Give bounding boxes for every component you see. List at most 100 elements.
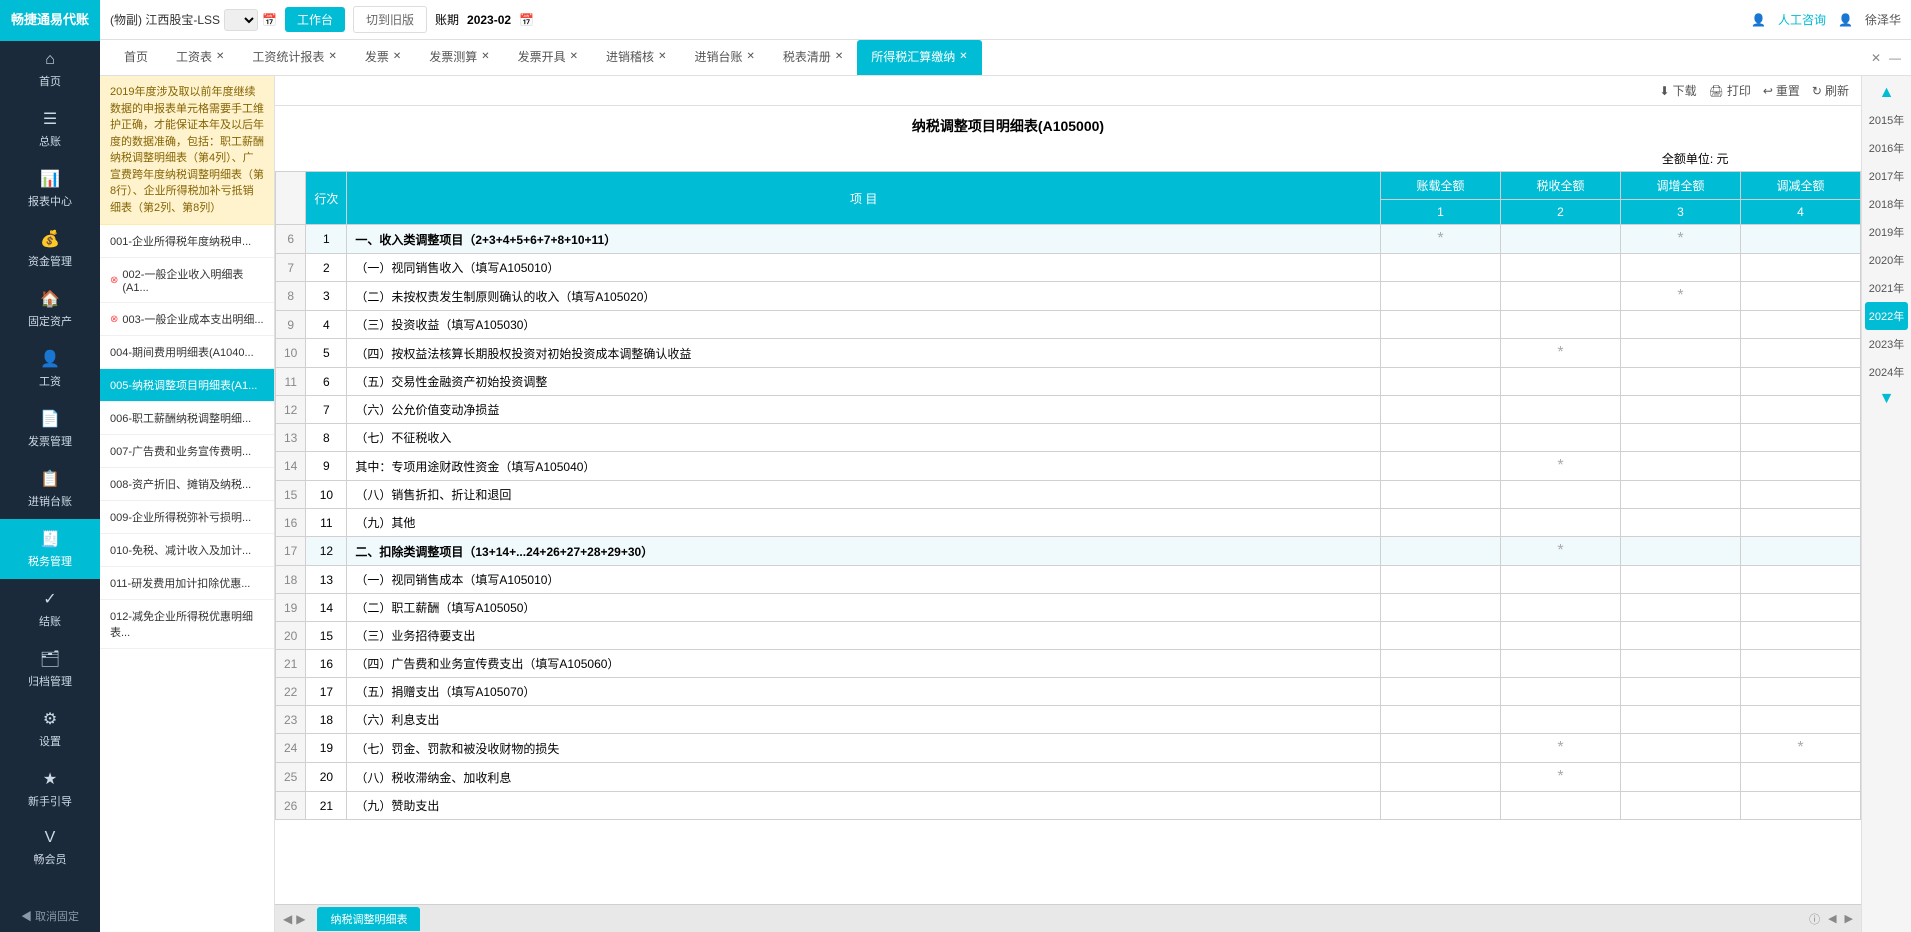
cell-value-3[interactable] bbox=[1621, 734, 1741, 763]
left-menu-001[interactable]: 001-企业所得税年度纳税申... bbox=[100, 225, 274, 258]
cell-value-4[interactable] bbox=[1741, 763, 1861, 792]
close-all-icon[interactable]: ✕ bbox=[1871, 51, 1881, 65]
cell-item[interactable]: （五）交易性金融资产初始投资调整 bbox=[347, 368, 1381, 396]
cell-item[interactable]: （四）按权益法核算长期股权投资对初始投资成本调整确认收益 bbox=[347, 339, 1381, 368]
support-label[interactable]: 人工咨询 bbox=[1778, 11, 1826, 28]
tab-close-income-tax[interactable]: ✕ bbox=[959, 51, 967, 62]
sidebar-item-archive[interactable]: 🗂 归档管理 bbox=[0, 639, 100, 699]
cell-value-2[interactable] bbox=[1501, 282, 1621, 311]
sheet-next-icon[interactable]: ▶ bbox=[296, 912, 305, 926]
cell-value-4[interactable] bbox=[1741, 368, 1861, 396]
cell-value-3[interactable] bbox=[1621, 792, 1741, 820]
left-menu-010[interactable]: 010-免税、减计收入及加计... bbox=[100, 534, 274, 567]
year-item[interactable]: 2015年 bbox=[1865, 106, 1908, 134]
cell-item[interactable]: 二、扣除类调整项目（13+14+...24+26+27+28+29+30） bbox=[347, 537, 1381, 566]
cell-value-2[interactable] bbox=[1501, 650, 1621, 678]
year-up-icon[interactable]: ▲ bbox=[1875, 80, 1899, 106]
left-menu-006[interactable]: 006-职工薪酬纳税调整明细... bbox=[100, 402, 274, 435]
cell-value-3[interactable] bbox=[1621, 311, 1741, 339]
cell-item[interactable]: （三）投资收益（填写A105030） bbox=[347, 311, 1381, 339]
sidebar-item-asset[interactable]: 💰 资金管理 bbox=[0, 219, 100, 279]
cell-item[interactable]: （七）不征税收入 bbox=[347, 424, 1381, 452]
cell-value-3[interactable] bbox=[1621, 368, 1741, 396]
company-dropdown[interactable] bbox=[224, 9, 258, 31]
cell-item[interactable]: （九）赞助支出 bbox=[347, 792, 1381, 820]
cell-item[interactable]: （一）视同销售收入（填写A105010） bbox=[347, 254, 1381, 282]
cell-value-2[interactable] bbox=[1501, 368, 1621, 396]
cell-value-4[interactable] bbox=[1741, 225, 1861, 254]
sidebar-item-salary[interactable]: 👤 工资 bbox=[0, 339, 100, 399]
sidebar-item-guide[interactable]: ★ 新手引导 bbox=[0, 759, 100, 819]
tab-close-invoice-calc[interactable]: ✕ bbox=[481, 51, 489, 62]
download-button[interactable]: ⬇ 下载 bbox=[1660, 82, 1697, 99]
cell-value-1[interactable] bbox=[1381, 311, 1501, 339]
cell-item[interactable]: （八）销售折扣、折让和退回 bbox=[347, 481, 1381, 509]
unpin-sidebar[interactable]: ◀ 取消固定 bbox=[0, 900, 100, 932]
cell-value-1[interactable] bbox=[1381, 650, 1501, 678]
tab-close-salary-report[interactable]: ✕ bbox=[328, 51, 336, 62]
cell-value-1[interactable] bbox=[1381, 396, 1501, 424]
tab-close-tax-list[interactable]: ✕ bbox=[835, 51, 843, 62]
minimize-icon[interactable]: — bbox=[1889, 51, 1901, 65]
cell-value-3[interactable] bbox=[1621, 537, 1741, 566]
cell-item[interactable]: （一）视同销售成本（填写A105010） bbox=[347, 566, 1381, 594]
cell-value-2[interactable] bbox=[1501, 254, 1621, 282]
sidebar-item-ledger[interactable]: ☰ 总账 bbox=[0, 99, 100, 159]
tab-home[interactable]: 首页 bbox=[110, 40, 162, 75]
cell-value-3[interactable] bbox=[1621, 481, 1741, 509]
year-item[interactable]: 2016年 bbox=[1865, 134, 1908, 162]
sidebar-item-tax[interactable]: 🧾 税务管理 bbox=[0, 519, 100, 579]
cell-value-4[interactable] bbox=[1741, 282, 1861, 311]
cell-value-1[interactable] bbox=[1381, 339, 1501, 368]
cell-value-4[interactable] bbox=[1741, 594, 1861, 622]
cell-item[interactable]: （三）业务招待要支出 bbox=[347, 622, 1381, 650]
cell-value-1[interactable] bbox=[1381, 594, 1501, 622]
cell-value-2[interactable] bbox=[1501, 396, 1621, 424]
cell-value-4[interactable] bbox=[1741, 311, 1861, 339]
cell-value-3[interactable] bbox=[1621, 254, 1741, 282]
cell-value-2[interactable]: * bbox=[1501, 537, 1621, 566]
cell-item[interactable]: （六）公允价值变动净损益 bbox=[347, 396, 1381, 424]
tab-close-salary[interactable]: ✕ bbox=[216, 51, 224, 62]
cell-value-4[interactable] bbox=[1741, 452, 1861, 481]
year-item[interactable]: 2018年 bbox=[1865, 190, 1908, 218]
cell-value-4[interactable] bbox=[1741, 396, 1861, 424]
cell-value-1[interactable] bbox=[1381, 282, 1501, 311]
year-item[interactable]: 2017年 bbox=[1865, 162, 1908, 190]
cell-value-1[interactable] bbox=[1381, 509, 1501, 537]
year-item[interactable]: 2020年 bbox=[1865, 246, 1908, 274]
cell-value-4[interactable] bbox=[1741, 254, 1861, 282]
sidebar-item-invoice[interactable]: 📄 发票管理 bbox=[0, 399, 100, 459]
sidebar-item-report[interactable]: 📊 报表中心 bbox=[0, 159, 100, 219]
sheet-tab-active[interactable]: 纳税调整明细表 bbox=[317, 907, 420, 931]
left-menu-004[interactable]: 004-期间费用明细表(A1040... bbox=[100, 336, 274, 369]
cell-value-1[interactable] bbox=[1381, 481, 1501, 509]
cell-value-1[interactable] bbox=[1381, 254, 1501, 282]
year-item[interactable]: 2021年 bbox=[1865, 274, 1908, 302]
cell-item[interactable]: （二）职工薪酬（填写A105050） bbox=[347, 594, 1381, 622]
sheet-scroll-left[interactable]: ◀ bbox=[1828, 912, 1836, 925]
cell-value-2[interactable] bbox=[1501, 622, 1621, 650]
year-down-icon[interactable]: ▼ bbox=[1875, 386, 1899, 412]
cell-value-1[interactable] bbox=[1381, 622, 1501, 650]
tab-close-invoice-open[interactable]: ✕ bbox=[570, 51, 578, 62]
cell-value-1[interactable] bbox=[1381, 706, 1501, 734]
cell-item[interactable]: （四）广告费和业务宣传费支出（填写A105060） bbox=[347, 650, 1381, 678]
cell-value-1[interactable] bbox=[1381, 734, 1501, 763]
cell-value-2[interactable] bbox=[1501, 566, 1621, 594]
cell-value-2[interactable]: * bbox=[1501, 763, 1621, 792]
tab-purchase-ledger[interactable]: 进销台账 ✕ bbox=[680, 40, 768, 75]
left-menu-002[interactable]: ⊗ 002-一般企业收入明细表(A1... bbox=[100, 258, 274, 303]
cell-value-4[interactable] bbox=[1741, 650, 1861, 678]
left-menu-007[interactable]: 007-广告费和业务宣传费明... bbox=[100, 435, 274, 468]
cell-value-3[interactable]: * bbox=[1621, 225, 1741, 254]
tab-close-purchase-audit[interactable]: ✕ bbox=[658, 51, 666, 62]
cell-value-4[interactable]: * bbox=[1741, 734, 1861, 763]
left-menu-012[interactable]: 012-减免企业所得税优惠明细表... bbox=[100, 600, 274, 649]
cell-value-2[interactable] bbox=[1501, 706, 1621, 734]
cell-value-4[interactable] bbox=[1741, 678, 1861, 706]
cell-item[interactable]: （六）利息支出 bbox=[347, 706, 1381, 734]
cell-value-4[interactable] bbox=[1741, 566, 1861, 594]
cell-value-4[interactable] bbox=[1741, 481, 1861, 509]
tab-tax-list[interactable]: 税表清册 ✕ bbox=[769, 40, 857, 75]
